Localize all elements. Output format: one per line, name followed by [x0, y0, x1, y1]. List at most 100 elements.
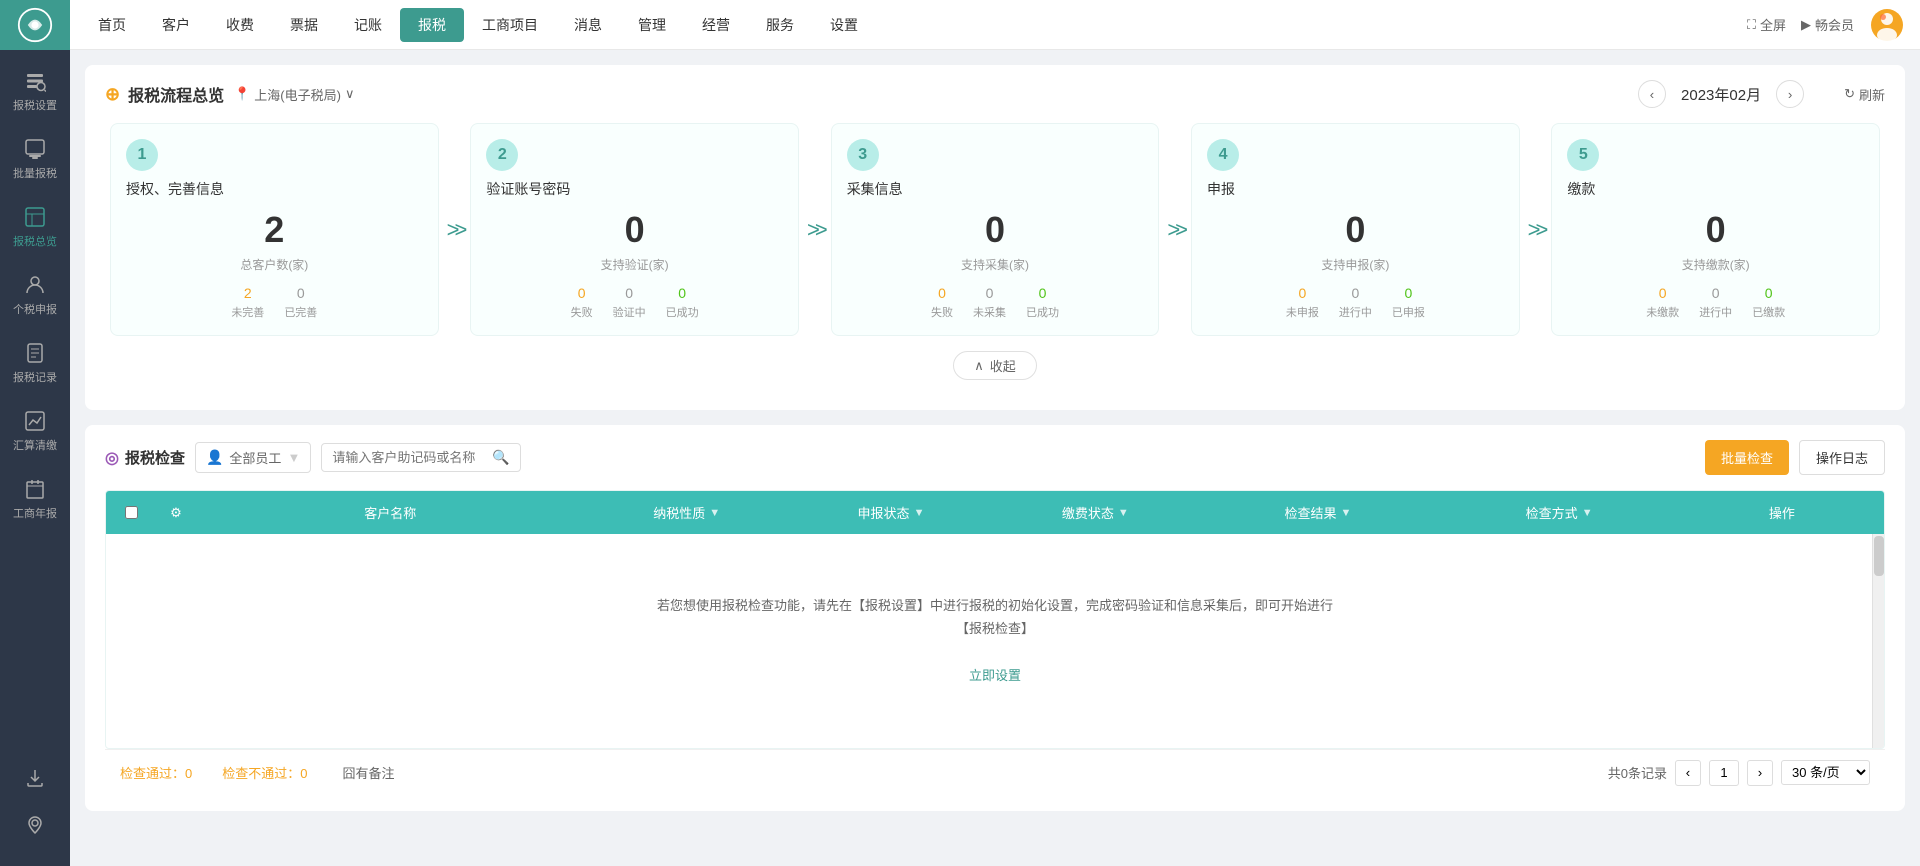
step-1-sub-1[interactable]: 0 已完善	[284, 285, 317, 320]
sidebar-item-label: 工商年报	[13, 505, 57, 521]
sidebar-item-tax-record[interactable]: 报税记录	[0, 332, 70, 395]
tax-settings-icon	[24, 70, 46, 92]
step-4-sub-0[interactable]: 0 未申报	[1286, 285, 1319, 320]
step-1-label: 总客户数(家)	[126, 256, 423, 273]
nav-items: 首页 客户 收费 票据 记账 报税 工商项目 消息 管理 经营 服务 设置	[70, 0, 1747, 50]
nav-item-business[interactable]: 工商项目	[464, 0, 556, 50]
filter-result-icon[interactable]: ▼	[1341, 507, 1352, 519]
sidebar-item-tax-overview[interactable]: 报税总览	[0, 196, 70, 259]
fullscreen-btn[interactable]: ⛶ 全屏	[1747, 15, 1786, 34]
step-2-sub-1-label: 验证中	[613, 304, 646, 320]
sidebar-item-tax-settings[interactable]: 报税设置	[0, 60, 70, 123]
pass-count[interactable]: 0	[185, 766, 192, 781]
nav-item-fee[interactable]: 收费	[208, 0, 272, 50]
step-1-sub-1-count: 0	[297, 285, 305, 301]
sidebar-location[interactable]	[0, 804, 70, 846]
step-2-sub-0[interactable]: 0 失败	[571, 285, 593, 320]
prev-page-btn[interactable]: ‹	[1675, 760, 1701, 786]
step-2-sub-1[interactable]: 0 验证中	[613, 285, 646, 320]
step-3-sub-0-count: 0	[938, 285, 946, 301]
col-method-label: 检查方式	[1526, 503, 1578, 522]
staff-icon: 👤	[206, 449, 223, 466]
table-scrollbar[interactable]	[1872, 534, 1884, 748]
nav-item-home[interactable]: 首页	[80, 0, 144, 50]
flow-steps: 1 授权、完善信息 2 总客户数(家) 2 未完善 0 已完善	[105, 123, 1885, 336]
step-1-title: 授权、完善信息	[126, 179, 423, 199]
sidebar-item-batch-tax[interactable]: 批量报税	[0, 128, 70, 191]
sidebar: 报税设置 批量报税 报税总览	[0, 50, 70, 866]
member-label: 畅会员	[1815, 15, 1854, 34]
operation-log-btn[interactable]: 操作日志	[1799, 440, 1885, 475]
step-5-sub-0[interactable]: 0 未缴款	[1646, 285, 1679, 320]
page-input[interactable]	[1709, 760, 1739, 786]
batch-tax-icon	[24, 138, 46, 160]
per-page-select[interactable]: 30 条/页 50 条/页 100 条/页	[1781, 760, 1870, 785]
step-3-sub-1[interactable]: 0 未采集	[973, 285, 1006, 320]
step-5-sub-0-label: 未缴款	[1646, 304, 1679, 320]
step-2-sub: 0 失败 0 验证中 0 已成功	[486, 285, 783, 320]
nav-item-service[interactable]: 服务	[748, 0, 812, 50]
refresh-btn[interactable]: ↻ 刷新	[1844, 85, 1885, 104]
next-month-btn[interactable]: ›	[1776, 80, 1804, 108]
download-icon	[24, 767, 46, 789]
step-2-sub-2-label: 已成功	[666, 304, 699, 320]
step-1-count: 2	[126, 209, 423, 251]
staff-dropdown-icon: ▼	[287, 450, 300, 465]
avatar[interactable]	[1869, 7, 1905, 43]
batch-check-btn[interactable]: 批量检查	[1705, 440, 1789, 475]
check-title: ◎ 报税检查	[105, 447, 185, 468]
member-btn[interactable]: ▶ 畅会员	[1801, 15, 1854, 34]
nav-item-client[interactable]: 客户	[144, 0, 208, 50]
staff-label: 全部员工	[229, 448, 281, 467]
prev-month-btn[interactable]: ‹	[1638, 80, 1666, 108]
nav-item-setting[interactable]: 设置	[812, 0, 876, 50]
step-5-sub-1[interactable]: 0 进行中	[1699, 285, 1732, 320]
collapse-btn[interactable]: ∧ 收起	[953, 351, 1037, 380]
step-4-count: 0	[1207, 209, 1504, 251]
sidebar-item-label: 报税记录	[13, 369, 57, 385]
nav-item-message[interactable]: 消息	[556, 0, 620, 50]
step-3-sub-2[interactable]: 0 已成功	[1026, 285, 1059, 320]
table-footer: 检查通过：0 检查不通过：0 囧有备注 共0条记录 ‹ › 30 条/页 50 …	[105, 749, 1885, 796]
fail-count[interactable]: 0	[300, 766, 307, 781]
nav-item-tax[interactable]: 报税	[400, 8, 464, 42]
double-arrow-icon-4: >>	[1528, 217, 1544, 243]
step-1-sub-0[interactable]: 2 未完善	[231, 285, 264, 320]
step-2-sub-1-count: 0	[625, 285, 633, 301]
sidebar-download[interactable]	[0, 757, 70, 799]
note-label: 囧有备注	[343, 763, 395, 782]
setup-link[interactable]: 立即设置	[969, 664, 1021, 687]
col-ops-label: 操作	[1769, 503, 1795, 522]
step-2-sub-2[interactable]: 0 已成功	[666, 285, 699, 320]
filter-method-icon[interactable]: ▼	[1582, 507, 1593, 519]
select-all-checkbox[interactable]	[125, 506, 138, 519]
th-gear[interactable]: ⚙	[156, 491, 196, 534]
sidebar-item-annual-report[interactable]: 工商年报	[0, 468, 70, 531]
staff-select[interactable]: 👤 全部员工 ▼	[195, 442, 311, 473]
filter-pay-icon[interactable]: ▼	[1118, 507, 1129, 519]
step-4-sub-1[interactable]: 0 进行中	[1339, 285, 1372, 320]
nav-item-operate[interactable]: 经营	[684, 0, 748, 50]
sidebar-item-personal-tax[interactable]: 个税申报	[0, 264, 70, 327]
pass-label: 检查通过：	[120, 766, 185, 781]
search-input[interactable]	[332, 450, 492, 465]
nav-item-bill[interactable]: 票据	[272, 0, 336, 50]
check-header: ◎ 报税检查 👤 全部员工 ▼ 🔍 批量检查 操作日志	[105, 440, 1885, 475]
next-page-btn[interactable]: ›	[1747, 760, 1773, 786]
step-4-sub-2[interactable]: 0 已申报	[1392, 285, 1425, 320]
th-tax: 纳税性质 ▼	[585, 491, 789, 534]
nav-item-account[interactable]: 记账	[336, 0, 400, 50]
step-5-sub-2[interactable]: 0 已缴款	[1752, 285, 1785, 320]
th-checkbox	[106, 491, 156, 534]
location-icon	[24, 814, 46, 836]
location-selector[interactable]: 📍 上海(电子税局) ∨	[234, 85, 354, 104]
step-3-sub-0[interactable]: 0 失败	[931, 285, 953, 320]
sidebar-item-settlement[interactable]: 汇算清缴	[0, 400, 70, 463]
filter-tax-icon[interactable]: ▼	[709, 507, 720, 519]
filter-declare-icon[interactable]: ▼	[914, 507, 925, 519]
tax-record-icon	[24, 342, 46, 364]
search-icon[interactable]: 🔍	[492, 449, 509, 466]
double-arrow-icon-2: >>	[807, 217, 823, 243]
nav-item-manage[interactable]: 管理	[620, 0, 684, 50]
play-icon: ▶	[1801, 17, 1811, 33]
